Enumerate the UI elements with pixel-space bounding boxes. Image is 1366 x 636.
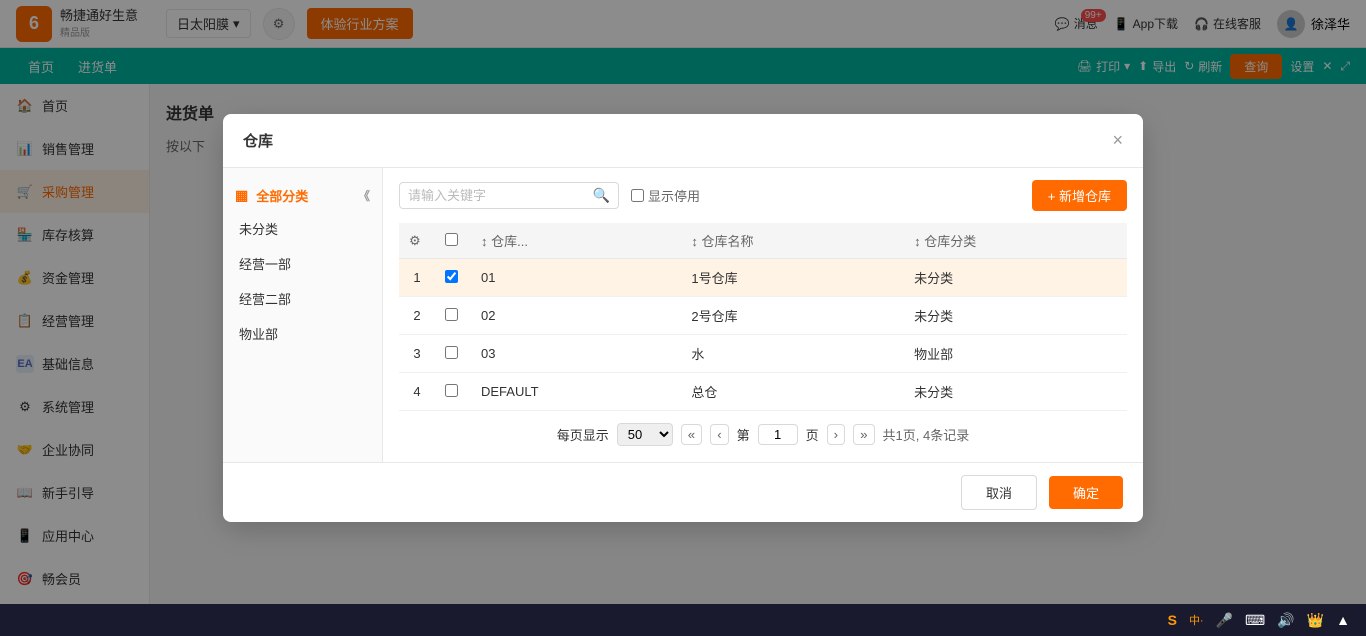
row-checkbox-cell[interactable] <box>435 335 471 373</box>
warehouse-modal: 仓库 × ▦ 全部分类 《 未分类 经营一部 <box>223 114 1143 522</box>
row-checkbox[interactable] <box>445 308 458 321</box>
row-num: 4 <box>399 373 435 411</box>
modal-header: 仓库 × <box>223 114 1143 168</box>
search-icon: 🔍 <box>593 187 610 204</box>
warehouse-table: ⚙ ↕ 仓库... ↕ 仓库名称 <box>399 223 1127 411</box>
table-wrapper: ⚙ ↕ 仓库... ↕ 仓库名称 <box>399 223 1127 411</box>
table-row[interactable]: 4 DEFAULT 总仓 未分类 <box>399 373 1127 411</box>
modal-body: ▦ 全部分类 《 未分类 经营一部 经营二部 物业部 <box>223 168 1143 462</box>
chevron-up-icon[interactable]: ▲ <box>1336 612 1350 628</box>
table-row[interactable]: 2 02 2号仓库 未分类 <box>399 297 1127 335</box>
select-all-checkbox[interactable] <box>445 233 458 246</box>
show-disabled-toggle[interactable]: 显示停用 <box>631 186 700 205</box>
col-settings: ⚙ <box>399 223 435 259</box>
row-category: 未分类 <box>904 373 1127 411</box>
page-size-dropdown[interactable]: 50 10 20 100 <box>617 423 673 446</box>
page-label: 页 <box>806 425 819 444</box>
row-code: DEFAULT <box>471 373 681 411</box>
col-code: ↕ 仓库... <box>471 223 681 259</box>
row-checkbox[interactable] <box>445 270 458 283</box>
row-code: 02 <box>471 297 681 335</box>
speaker-icon[interactable]: 🔊 <box>1277 612 1294 629</box>
input-method-icon[interactable]: S <box>1168 612 1177 628</box>
row-name: 水 <box>681 335 904 373</box>
crown-icon[interactable]: 👑 <box>1307 612 1324 629</box>
modal-title: 仓库 <box>243 130 273 151</box>
confirm-button[interactable]: 确定 <box>1049 476 1123 509</box>
add-warehouse-button[interactable]: + 新增仓库 <box>1032 180 1127 211</box>
row-checkbox[interactable] <box>445 346 458 359</box>
table-row[interactable]: 1 01 1号仓库 未分类 <box>399 259 1127 297</box>
page-number-input[interactable] <box>758 424 798 445</box>
category-item-dept2[interactable]: 经营二部 <box>223 281 382 316</box>
row-checkbox-cell[interactable] <box>435 373 471 411</box>
row-name: 总仓 <box>681 373 904 411</box>
search-input-wrap: 🔍 <box>399 182 619 209</box>
all-categories-label[interactable]: 全部分类 <box>256 186 308 205</box>
sort-icon-cat: ↕ <box>914 234 921 249</box>
row-code: 03 <box>471 335 681 373</box>
col-checkbox <box>435 223 471 259</box>
row-num: 1 <box>399 259 435 297</box>
next-page-button[interactable]: › <box>827 424 845 445</box>
pagination-bar: 每页显示 50 10 20 100 « ‹ 第 页 › <box>399 411 1127 450</box>
category-sidebar: ▦ 全部分类 《 未分类 经营一部 经营二部 物业部 <box>223 168 383 462</box>
modal-right-panel: 🔍 显示停用 + 新增仓库 ⚙ <box>383 168 1143 462</box>
input-label: 中· <box>1189 612 1204 628</box>
row-num: 3 <box>399 335 435 373</box>
col-name: ↕ 仓库名称 <box>681 223 904 259</box>
page-label-di: 第 <box>737 425 750 444</box>
prev-page-button[interactable]: ‹ <box>710 424 728 445</box>
table-row[interactable]: 3 03 水 物业部 <box>399 335 1127 373</box>
category-item-property[interactable]: 物业部 <box>223 316 382 351</box>
search-bar: 🔍 显示停用 + 新增仓库 <box>399 180 1127 211</box>
category-header: ▦ 全部分类 《 <box>223 180 382 211</box>
collapse-button[interactable]: 《 <box>358 187 370 204</box>
keyboard-icon[interactable]: ⌨ <box>1245 612 1265 629</box>
page-size-select: 50 10 20 100 <box>617 423 673 446</box>
last-page-button[interactable]: » <box>853 424 874 445</box>
microphone-icon[interactable]: 🎤 <box>1216 612 1233 629</box>
sort-icon: ↕ <box>481 234 488 249</box>
col-category: ↕ 仓库分类 <box>904 223 1127 259</box>
first-page-button[interactable]: « <box>681 424 702 445</box>
bottom-bar: S 中· 🎤 ⌨ 🔊 👑 ▲ <box>0 604 1366 636</box>
category-item-dept1[interactable]: 经营一部 <box>223 246 382 281</box>
row-category: 未分类 <box>904 259 1127 297</box>
row-name: 1号仓库 <box>681 259 904 297</box>
row-num: 2 <box>399 297 435 335</box>
row-checkbox-cell[interactable] <box>435 259 471 297</box>
modal-close-button[interactable]: × <box>1112 130 1123 151</box>
show-disabled-label: 显示停用 <box>648 186 700 205</box>
grid-icon: ▦ <box>235 187 248 204</box>
row-checkbox-cell[interactable] <box>435 297 471 335</box>
row-code: 01 <box>471 259 681 297</box>
row-category: 物业部 <box>904 335 1127 373</box>
row-checkbox[interactable] <box>445 384 458 397</box>
row-category: 未分类 <box>904 297 1127 335</box>
total-info: 共1页, 4条记录 <box>883 425 970 444</box>
row-name: 2号仓库 <box>681 297 904 335</box>
search-input[interactable] <box>408 188 593 203</box>
sort-icon-name: ↕ <box>691 234 698 249</box>
cancel-button[interactable]: 取消 <box>961 475 1037 510</box>
show-disabled-checkbox[interactable] <box>631 189 644 202</box>
category-item-unclassified[interactable]: 未分类 <box>223 211 382 246</box>
modal-overlay: 仓库 × ▦ 全部分类 《 未分类 经营一部 <box>0 0 1366 636</box>
modal-footer: 取消 确定 <box>223 462 1143 522</box>
page-size-label: 每页显示 <box>557 425 609 444</box>
